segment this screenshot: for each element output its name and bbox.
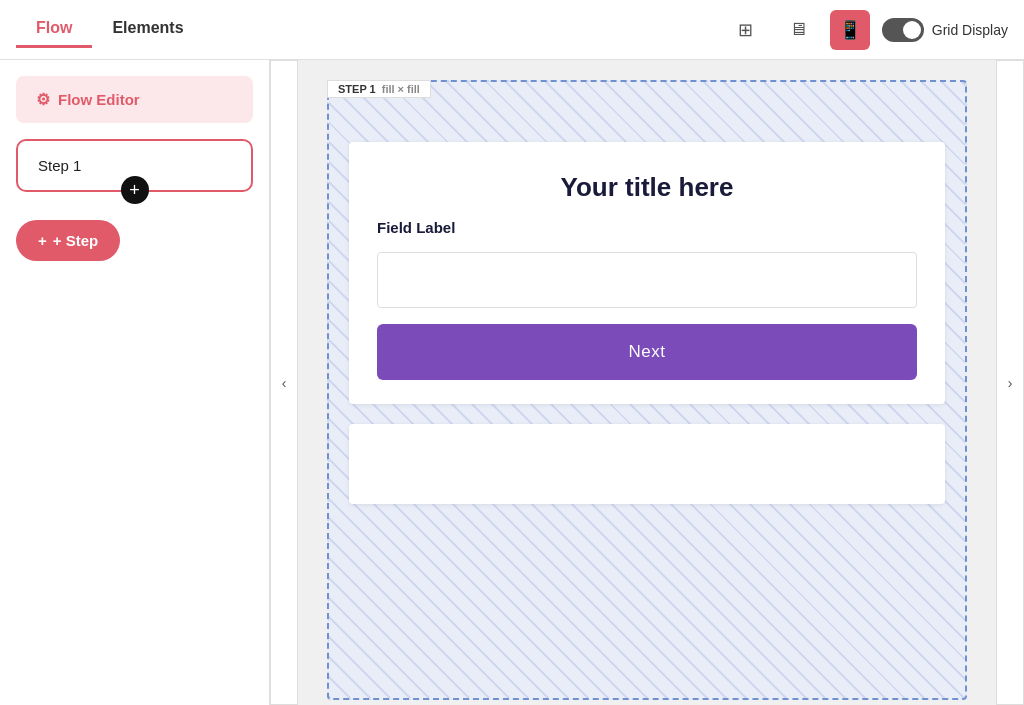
- tab-flow[interactable]: Flow: [16, 11, 92, 48]
- canvas-chevron-left[interactable]: ‹: [270, 60, 298, 705]
- step-add-below-button[interactable]: +: [121, 176, 149, 204]
- desktop-view-button[interactable]: 🖥: [778, 10, 818, 50]
- step-size-label: fill × fill: [382, 83, 420, 95]
- add-step-button[interactable]: + + Step: [16, 220, 120, 261]
- add-step-label: + Step: [53, 232, 98, 249]
- field-input[interactable]: [377, 252, 917, 308]
- grid-display-toggle[interactable]: Grid Display: [882, 18, 1008, 42]
- tab-bar: Flow Elements: [16, 11, 204, 48]
- sidebar: ⚙ Flow Editor Step 1 + + + Step: [0, 60, 270, 705]
- tab-elements[interactable]: Elements: [92, 11, 203, 48]
- top-bar: Flow Elements ⊞ 🖥 📱 Grid Display: [0, 0, 1024, 60]
- flow-editor-label: Flow Editor: [58, 91, 140, 108]
- canvas-inner: STEP 1 fill × fill Your title here Field…: [298, 60, 996, 705]
- step-1-card[interactable]: Step 1 +: [16, 139, 253, 192]
- grid-toggle-switch[interactable]: [882, 18, 924, 42]
- mobile-view-button[interactable]: 📱: [830, 10, 870, 50]
- top-bar-right: ⊞ 🖥 📱 Grid Display: [726, 10, 1008, 50]
- fit-to-screen-icon: ⊞: [738, 19, 753, 41]
- grid-toggle-label: Grid Display: [932, 22, 1008, 38]
- flow-editor-button[interactable]: ⚙ Flow Editor: [16, 76, 253, 123]
- chevron-right-icon: ›: [1008, 375, 1013, 391]
- fit-to-screen-button[interactable]: ⊞: [726, 10, 766, 50]
- flow-editor-icon: ⚙: [36, 90, 50, 109]
- main-layout: ⚙ Flow Editor Step 1 + + + Step ‹ STEP 1…: [0, 60, 1024, 705]
- step-label-bar: STEP 1 fill × fill: [327, 80, 431, 98]
- bottom-placeholder-area: [349, 424, 945, 504]
- field-label: Field Label: [377, 219, 917, 236]
- canvas-chevron-right[interactable]: ›: [996, 60, 1024, 705]
- chevron-left-icon: ‹: [282, 375, 287, 391]
- add-step-icon: +: [38, 232, 47, 249]
- step-badge: STEP 1: [338, 83, 376, 95]
- preview-frame: STEP 1 fill × fill Your title here Field…: [327, 80, 967, 700]
- form-card: Your title here Field Label Next: [349, 142, 945, 404]
- next-button[interactable]: Next: [377, 324, 917, 380]
- desktop-icon: 🖥: [789, 19, 807, 40]
- step-1-label: Step 1: [38, 157, 81, 174]
- form-title: Your title here: [377, 172, 917, 203]
- mobile-icon: 📱: [839, 19, 861, 41]
- canvas-area: ‹ STEP 1 fill × fill Your title here Fie…: [270, 60, 1024, 705]
- top-bar-left: Flow Elements: [16, 11, 204, 48]
